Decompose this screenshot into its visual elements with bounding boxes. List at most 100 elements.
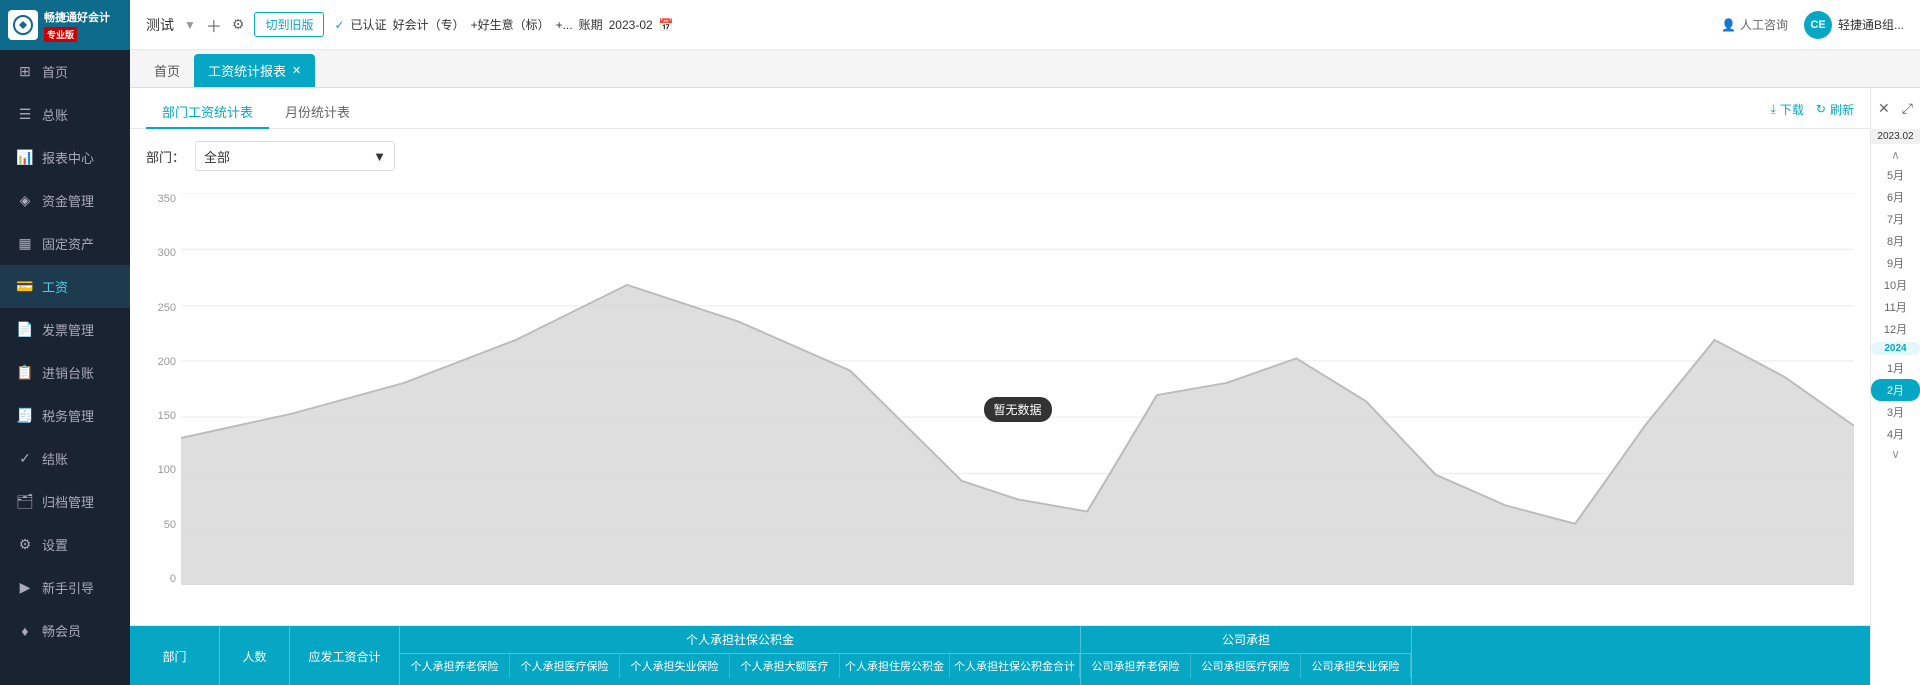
current-year-label[interactable]: 2023.02 bbox=[1871, 129, 1920, 144]
subtab-monthly[interactable]: 月份统计表 bbox=[269, 96, 366, 129]
th-personal-major-medical: 个人承担大额医疗 bbox=[730, 654, 840, 678]
th-company-pension: 公司承担养老保险 bbox=[1081, 654, 1191, 678]
table-area: 部门 人数 应发工资合计 个人承担社保公积金 个人承担养老保险 个人承担医疗保险 bbox=[130, 625, 1870, 685]
y-label-200: 200 bbox=[158, 356, 176, 368]
date-month-11[interactable]: 11月 bbox=[1871, 296, 1920, 318]
download-icon: ⤓ bbox=[1771, 102, 1776, 117]
subtab-actions: ⤓ 下载 ↻ 刷新 bbox=[1771, 101, 1854, 124]
sidebar-item-funds[interactable]: ◈ 资金管理 bbox=[0, 179, 130, 222]
reports-icon: 📊 bbox=[16, 149, 34, 166]
tab-home[interactable]: 首页 bbox=[140, 54, 194, 87]
refresh-icon: ↻ bbox=[1816, 102, 1826, 116]
sidebar-label-checkout: 结账 bbox=[42, 449, 68, 468]
sidebar-label-sales: 进销台账 bbox=[42, 363, 94, 382]
y-label-100: 100 bbox=[158, 464, 176, 476]
sales-icon: 📋 bbox=[16, 364, 34, 381]
y-axis: 350 300 250 200 150 100 50 0 bbox=[146, 193, 181, 585]
salary-icon: 💳 bbox=[16, 278, 34, 295]
th-count: 人数 bbox=[220, 626, 290, 685]
panel-close-button[interactable]: ✕ bbox=[1874, 96, 1894, 121]
sidebar-item-guide[interactable]: ▶ 新手引导 bbox=[0, 566, 130, 609]
date-month-6[interactable]: 6月 bbox=[1871, 186, 1920, 208]
tab-close-icon[interactable]: ✕ bbox=[292, 64, 301, 77]
logo-icon bbox=[8, 10, 38, 40]
sidebar-item-home[interactable]: ⊞ 首页 bbox=[0, 50, 130, 93]
period-value: 2023-02 bbox=[609, 18, 653, 32]
content-area: 部门工资统计表 月份统计表 ⤓ 下载 ↻ 刷新 bbox=[130, 88, 1920, 685]
help-button[interactable]: 👤 人工咨询 bbox=[1721, 16, 1788, 33]
dept-select[interactable]: 全部 ▼ bbox=[195, 141, 395, 171]
help-icon: 👤 bbox=[1721, 18, 1736, 32]
sidebar-label-ledger: 总账 bbox=[42, 105, 68, 124]
th-personal-housing-fund: 个人承担住房公积金 bbox=[840, 654, 950, 678]
date-month-7[interactable]: 7月 bbox=[1871, 208, 1920, 230]
th-company-medical: 公司承担医疗保险 bbox=[1191, 654, 1301, 678]
more-label: +... bbox=[556, 18, 573, 32]
date-up-button[interactable]: ∧ bbox=[1889, 146, 1902, 164]
certified-label: 已认证 bbox=[351, 16, 387, 33]
subtab-dept[interactable]: 部门工资统计表 bbox=[146, 96, 269, 129]
sidebar-item-assets[interactable]: ▦ 固定资产 bbox=[0, 222, 130, 265]
refresh-button[interactable]: ↻ 刷新 bbox=[1816, 101, 1854, 118]
th-personal-pension: 个人承担养老保险 bbox=[400, 654, 510, 678]
date-month-9[interactable]: 9月 bbox=[1871, 252, 1920, 274]
sidebar-item-invoice[interactable]: 📄 发票管理 bbox=[0, 308, 130, 351]
date-month-8[interactable]: 8月 bbox=[1871, 230, 1920, 252]
username: 轻捷通B组... bbox=[1838, 16, 1904, 33]
guide-icon: ▶ bbox=[16, 579, 34, 596]
funds-icon: ◈ bbox=[16, 192, 34, 209]
filter-label: 部门： bbox=[146, 147, 185, 166]
th-group-company-title: 公司承担 bbox=[1081, 626, 1411, 654]
download-button[interactable]: ⤓ 下载 bbox=[1771, 101, 1804, 118]
y-label-0: 0 bbox=[170, 573, 176, 585]
topbar-settings-icon[interactable]: ⚙ bbox=[232, 16, 245, 33]
assets-icon: ▦ bbox=[16, 235, 34, 252]
sidebar-item-reports[interactable]: 📊 报表中心 bbox=[0, 136, 130, 179]
accounting-label: 好会计（专） bbox=[393, 16, 465, 33]
sidebar-label-tax: 税务管理 bbox=[42, 406, 94, 425]
tabbar: 首页 工资统计报表 ✕ bbox=[130, 50, 1920, 88]
sidebar-label-home: 首页 bbox=[42, 62, 68, 81]
date-month-1-2024[interactable]: 1月 bbox=[1871, 357, 1920, 379]
user-menu[interactable]: CE 轻捷通B组... bbox=[1804, 11, 1904, 39]
th-group-personal-title: 个人承担社保公积金 bbox=[400, 626, 1080, 654]
tab-salary-report[interactable]: 工资统计报表 ✕ bbox=[194, 54, 315, 87]
sidebar-item-salary[interactable]: 💳 工资 bbox=[0, 265, 130, 308]
switch-version-button[interactable]: 切到旧版 bbox=[254, 12, 324, 37]
tab-home-label: 首页 bbox=[154, 61, 180, 80]
sidebar-item-ledger[interactable]: ☰ 总账 bbox=[0, 93, 130, 136]
app-name: 畅捷通好会计 bbox=[44, 9, 110, 25]
topbar-title: 测试 bbox=[146, 15, 174, 35]
date-navigator: 2023.02 ∧ 5月 6月 7月 8月 9月 10月 11月 12月 202… bbox=[1871, 129, 1920, 463]
sidebar-label-vip: 畅会员 bbox=[42, 621, 81, 640]
date-month-10[interactable]: 10月 bbox=[1871, 274, 1920, 296]
th-group-company-subs: 公司承担养老保险 公司承担医疗保险 公司承担失业保险 bbox=[1081, 654, 1411, 678]
sidebar-item-sales[interactable]: 📋 进销台账 bbox=[0, 351, 130, 394]
sidebar: 畅捷通好会计 专业版 ⊞ 首页 ☰ 总账 📊 报表中心 ◈ 资金管理 ▦ 固定资… bbox=[0, 0, 130, 685]
sidebar-item-settings[interactable]: ⚙ 设置 bbox=[0, 523, 130, 566]
subtabs: 部门工资统计表 月份统计表 ⤓ 下载 ↻ 刷新 bbox=[130, 88, 1870, 129]
th-company-unemployment: 公司承担失业保险 bbox=[1301, 654, 1411, 678]
date-month-3-2024[interactable]: 3月 bbox=[1871, 401, 1920, 423]
user-avatar: CE bbox=[1804, 11, 1832, 39]
sidebar-item-archive[interactable]: 🗂 归档管理 bbox=[0, 480, 130, 523]
topbar-dropdown-arrow[interactable]: ▼ bbox=[184, 18, 196, 32]
sidebar-label-invoice: 发票管理 bbox=[42, 320, 94, 339]
date-month-12[interactable]: 12月 bbox=[1871, 318, 1920, 340]
sidebar-item-vip[interactable]: ♦ 畅会员 bbox=[0, 609, 130, 652]
calendar-icon[interactable]: 📅 bbox=[659, 18, 674, 32]
chart-container: 350 300 250 200 150 100 50 0 bbox=[130, 183, 1870, 625]
y-label-300: 300 bbox=[158, 247, 176, 259]
sidebar-item-checkout[interactable]: ✓ 结账 bbox=[0, 437, 130, 480]
content-main: 部门工资统计表 月份统计表 ⤓ 下载 ↻ 刷新 bbox=[130, 88, 1870, 685]
topbar-add-button[interactable]: ＋ bbox=[206, 13, 222, 37]
date-month-5[interactable]: 5月 bbox=[1871, 164, 1920, 186]
date-month-2-2024[interactable]: 2月 bbox=[1871, 379, 1920, 401]
th-group-personal-subs: 个人承担养老保险 个人承担医疗保险 个人承担失业保险 个人承担大额医疗 个人承担… bbox=[400, 654, 1080, 678]
date-down-button[interactable]: ∨ bbox=[1889, 445, 1902, 463]
sidebar-item-tax[interactable]: 🧾 税务管理 bbox=[0, 394, 130, 437]
right-panel: ✕ ⤢ 2023.02 ∧ 5月 6月 7月 8月 9月 10月 11月 12月… bbox=[1870, 88, 1920, 685]
date-month-4-2024[interactable]: 4月 bbox=[1871, 423, 1920, 445]
panel-expand-button[interactable]: ⤢ bbox=[1898, 96, 1917, 121]
y-label-350: 350 bbox=[158, 193, 176, 205]
